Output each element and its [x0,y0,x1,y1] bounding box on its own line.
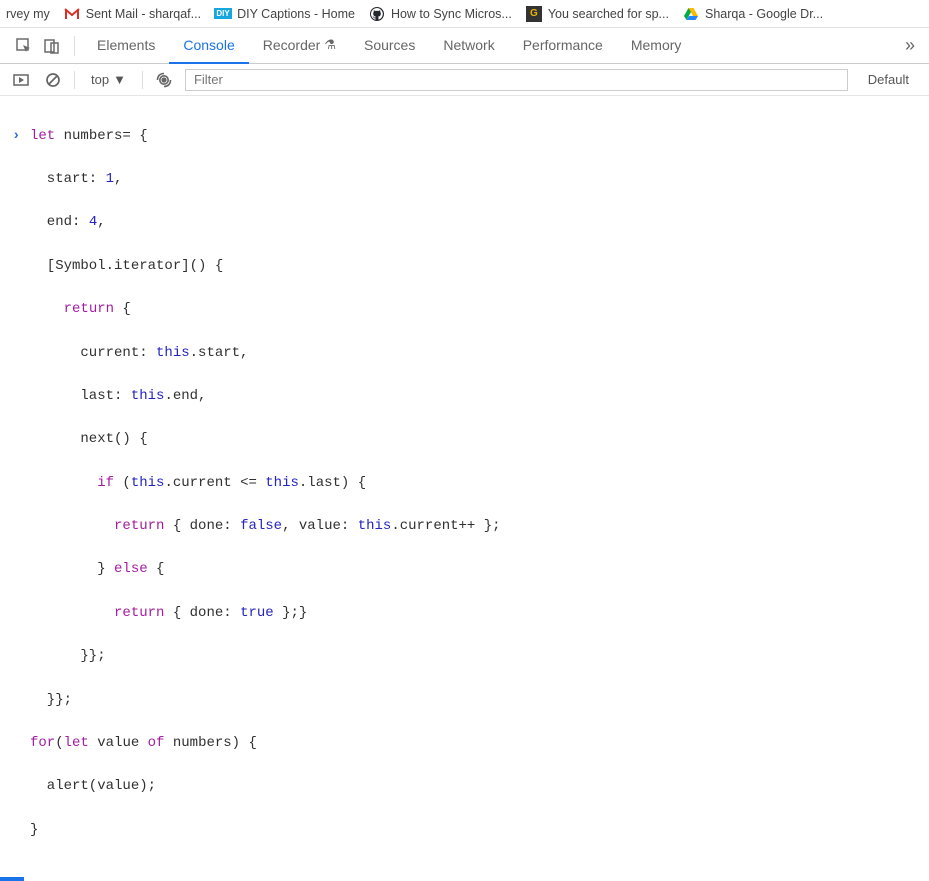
diy-icon: DIY [215,6,231,22]
code-line: end: 4, [30,212,106,234]
bookmark-item[interactable]: Sent Mail - sharqaf... [64,6,201,22]
context-selector[interactable]: top ▼ [85,70,132,89]
prompt-icon: › [12,126,30,148]
filter-wrap [185,69,848,91]
live-expression-icon[interactable] [153,69,175,91]
tab-performance[interactable]: Performance [509,28,617,64]
code-line: return { done: false, value: this.curren… [30,516,501,538]
separator [74,36,75,56]
active-indicator [0,877,24,881]
separator [142,71,143,89]
code-line: let numbers= { [30,126,148,148]
inspect-element-icon[interactable] [10,32,38,60]
bookmark-item[interactable]: G You searched for sp... [526,6,669,22]
tab-memory[interactable]: Memory [617,28,696,64]
code-line: if (this.current <= this.last) { [30,473,366,495]
code-line: start: 1, [30,169,122,191]
code-line: next() { [30,429,148,451]
code-line: return { [30,299,131,321]
code-line: for(let value of numbers) { [30,733,257,755]
bookmark-item[interactable]: rvey my [6,7,50,21]
console-output[interactable]: ›let numbers= { start: 1, end: 4, [Symbo… [0,96,929,871]
code-line: } [30,820,38,842]
console-toolbar: top ▼ Default [0,64,929,96]
log-levels-selector[interactable]: Default [858,72,919,87]
code-line: }}; [30,646,106,668]
bookmark-item[interactable]: How to Sync Micros... [369,6,512,22]
chevron-down-icon: ▼ [113,72,126,87]
code-line: }}; [30,690,72,712]
devtools-tab-bar: Elements Console Recorder⚗ Sources Netwo… [0,28,929,64]
device-toolbar-icon[interactable] [38,32,66,60]
filter-input[interactable] [185,69,848,91]
toggle-sidebar-icon[interactable] [10,69,32,91]
code-line: current: this.start, [30,343,248,365]
flask-icon: ⚗ [324,37,336,53]
code-line: last: this.end, [30,386,206,408]
gdrive-icon [683,6,699,22]
separator [74,71,75,89]
github-icon [369,6,385,22]
bookmarks-bar: rvey my Sent Mail - sharqaf... DIY DIY C… [0,0,929,28]
tab-elements[interactable]: Elements [83,28,169,64]
tab-recorder[interactable]: Recorder⚗ [249,28,350,64]
code-line: alert(value); [30,776,156,798]
code-line: return { done: true };} [30,603,307,625]
tab-console[interactable]: Console [169,28,248,64]
tab-sources[interactable]: Sources [350,28,429,64]
g-box-icon: G [526,6,542,22]
code-line: [Symbol.iterator]() { [30,256,223,278]
tab-network[interactable]: Network [429,28,508,64]
gmail-icon [64,6,80,22]
bookmark-item[interactable]: Sharqa - Google Dr... [683,6,823,22]
code-line: } else { [30,559,164,581]
more-tabs-icon[interactable]: » [891,35,929,56]
bookmark-item[interactable]: DIY DIY Captions - Home [215,6,355,22]
clear-console-icon[interactable] [42,69,64,91]
